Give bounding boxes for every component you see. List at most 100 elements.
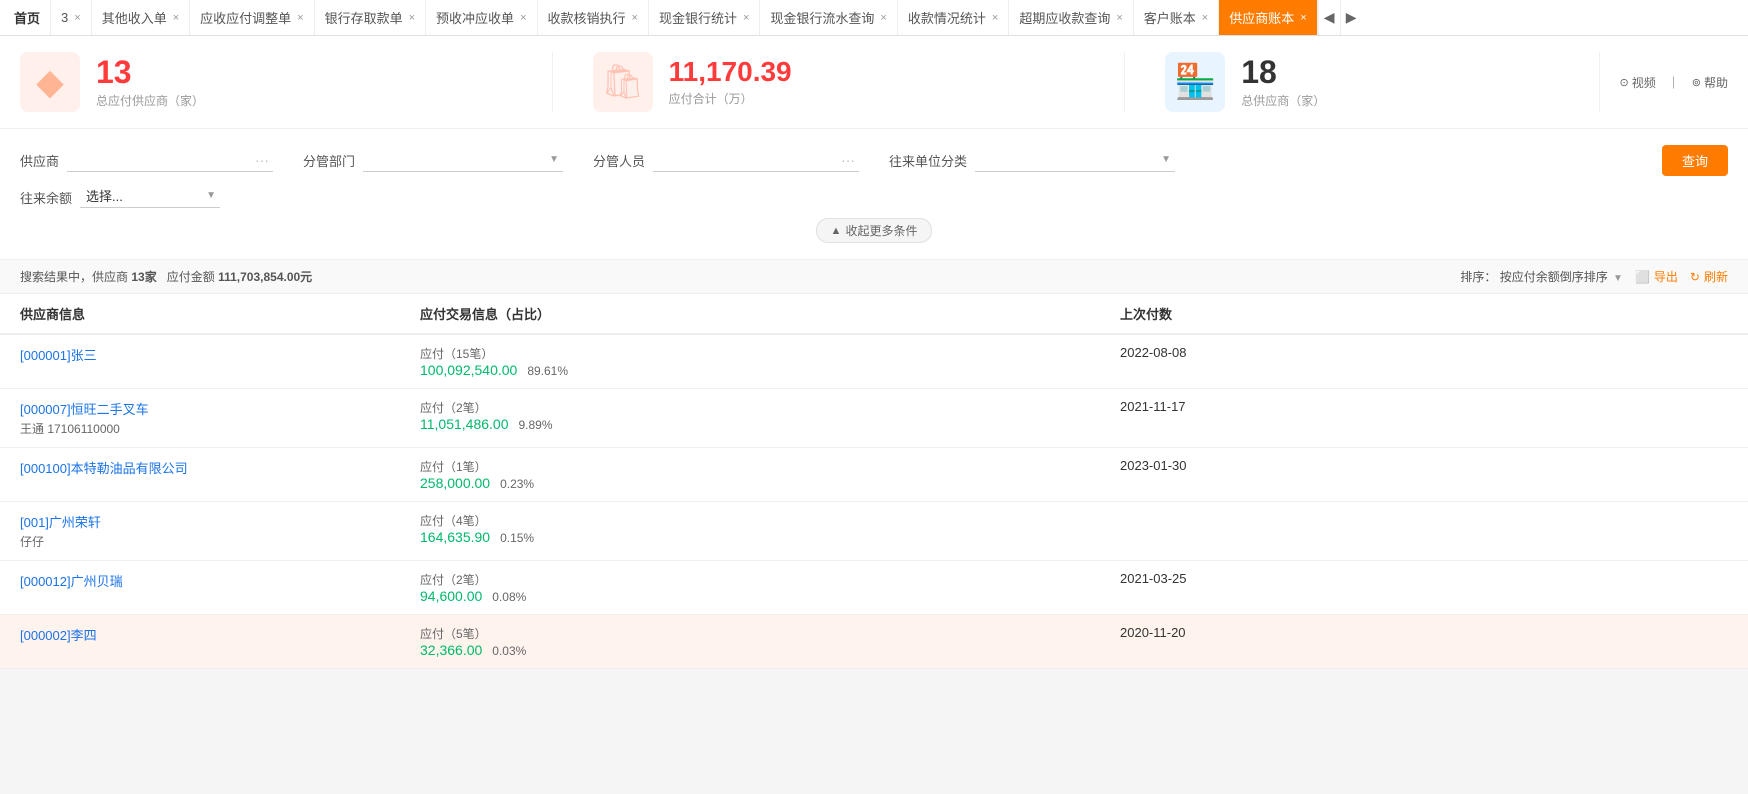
nav-tab-home[interactable]: 首页 xyxy=(4,0,51,36)
nav-tab-receipt-stat-close[interactable]: × xyxy=(992,12,998,24)
diamond-icon: ◆ xyxy=(36,61,64,103)
tx-amount-0[interactable]: 100,092,540.00 xyxy=(420,362,517,378)
tx-row-0: 100,092,540.00 89.61% xyxy=(420,362,1080,378)
nav-tab-receipt-stat[interactable]: 收款情况统计 × xyxy=(898,0,1009,36)
nav-tab-cash-stat-close[interactable]: × xyxy=(743,12,749,24)
nav-tab-customer-ledger-close[interactable]: × xyxy=(1202,12,1208,24)
nav-tab-receipt-verify-label: 收款核销执行 xyxy=(548,8,626,27)
supplier-link-4[interactable]: [000012]广州贝瑞 xyxy=(20,574,123,589)
top-navigation: 首页 3 × 其他收入单 × 应收应付调整单 × 银行存取款单 × 预收冲应收单… xyxy=(0,0,1748,36)
supplier-link-0[interactable]: [000001]张三 xyxy=(20,348,97,363)
nav-tab-cash-flow-close[interactable]: × xyxy=(880,12,886,24)
nav-tab-cash-stat[interactable]: 现金银行统计 × xyxy=(649,0,760,36)
supplier-link-2[interactable]: [000100]本特勒油品有限公司 xyxy=(20,461,188,476)
tx-cell-3: 应付（4笔） 164,635.90 0.15% xyxy=(400,502,1100,561)
refresh-button[interactable]: ↻ 刷新 xyxy=(1690,268,1728,285)
tx-amount-4[interactable]: 94,600.00 xyxy=(420,588,482,604)
supplier-table: 供应商信息 应付交易信息（占比） 上次付数 [000001]张三 应付（15笔）… xyxy=(0,294,1748,669)
nav-tab-other-income-close[interactable]: × xyxy=(173,12,179,24)
supplier-link-3[interactable]: [001]广州荣轩 xyxy=(20,515,101,530)
nav-tab-overdue-ar[interactable]: 超期应收款查询 × xyxy=(1009,0,1133,36)
nav-tab-prepay-ar[interactable]: 预收冲应收单 × xyxy=(426,0,537,36)
table-row: [000100]本特勒油品有限公司 应付（1笔） 258,000.00 0.23… xyxy=(0,448,1748,502)
supplier-cell-4: [000012]广州贝瑞 xyxy=(0,561,400,615)
category-filter-label: 往来单位分类 xyxy=(889,151,967,170)
filter-balance: 往来余额 选择... xyxy=(20,186,220,208)
stat-number-total-suppliers: 18 xyxy=(1241,56,1325,88)
stat-block-total-suppliers: 🏪 18 总供应商（家） xyxy=(1125,52,1599,112)
nav-tab-3[interactable]: 3 × xyxy=(51,0,92,36)
export-button[interactable]: ⬜ 导出 xyxy=(1635,268,1678,285)
lastpay-date-2: 2023-01-30 xyxy=(1120,458,1187,473)
person-input[interactable] xyxy=(653,150,859,171)
sort-chevron-icon: ▼ xyxy=(1613,273,1623,284)
tx-label-0: 应付（15笔） xyxy=(420,345,1080,362)
result-amount-value: 111,703,854.00元 xyxy=(218,270,312,284)
tx-amount-2[interactable]: 258,000.00 xyxy=(420,475,490,491)
circle-question-icon: ⊚ xyxy=(1692,76,1701,89)
nav-next-arrow[interactable]: ▶ xyxy=(1340,0,1362,36)
nav-tab-overdue-ar-close[interactable]: × xyxy=(1116,12,1122,24)
nav-tab-prepay-ar-close[interactable]: × xyxy=(520,12,526,24)
person-filter-label: 分管人员 xyxy=(593,151,645,170)
nav-tab-prepay-ar-label: 预收冲应收单 xyxy=(436,8,514,27)
nav-tab-ar-ap-adjust-close[interactable]: × xyxy=(297,12,303,24)
stat-icon-3: 🏪 xyxy=(1165,52,1225,112)
supplier-link-5[interactable]: [000002]李四 xyxy=(20,628,97,643)
refresh-label: 刷新 xyxy=(1704,268,1728,285)
stat-icon-1: ◆ xyxy=(20,52,80,112)
supplier-link-1[interactable]: [000007]恒旺二手叉车 xyxy=(20,402,149,417)
lastpay-cell-2: 2023-01-30 xyxy=(1100,448,1748,502)
tx-amount-5[interactable]: 32,366.00 xyxy=(420,642,482,658)
nav-tab-bank-deposit-close[interactable]: × xyxy=(409,12,415,24)
person-dots-icon[interactable]: ··· xyxy=(841,152,855,168)
result-supplier-count: 13家 xyxy=(131,270,156,284)
supplier-dots-icon[interactable]: ··· xyxy=(255,152,269,168)
query-button[interactable]: 查询 xyxy=(1662,145,1728,176)
result-info: 搜索结果中，供应商 13家 应付金额 111,703,854.00元 xyxy=(20,268,312,285)
balance-select[interactable]: 选择... xyxy=(80,186,220,208)
nav-tab-receipt-verify[interactable]: 收款核销执行 × xyxy=(538,0,649,36)
help-link[interactable]: ⊚ 帮助 xyxy=(1692,74,1728,91)
col-header-supplier-label: 供应商信息 xyxy=(20,307,85,322)
nav-tab-overdue-ar-label: 超期应收款查询 xyxy=(1019,8,1110,27)
video-link[interactable]: ⊙ 视频 xyxy=(1620,74,1656,91)
supplier-cell-3: [001]广州荣轩 仔仔 xyxy=(0,502,400,561)
stat-icon-2: 🛍 xyxy=(593,52,653,112)
stat-number-payable-suppliers: 13 xyxy=(96,56,204,88)
nav-tab-customer-ledger[interactable]: 客户账本 × xyxy=(1134,0,1219,36)
collapse-button[interactable]: ▲ 收起更多条件 xyxy=(816,218,933,243)
balance-select-wrap: 选择... xyxy=(80,186,220,208)
nav-tab-ar-ap-adjust[interactable]: 应收应付调整单 × xyxy=(190,0,314,36)
nav-tab-bank-deposit[interactable]: 银行存取款单 × xyxy=(315,0,426,36)
tx-amount-1[interactable]: 11,051,486.00 xyxy=(420,416,509,432)
nav-tab-3-close[interactable]: × xyxy=(74,12,80,24)
nav-tab-ar-ap-adjust-label: 应收应付调整单 xyxy=(200,8,291,27)
nav-tab-cash-flow[interactable]: 现金银行流水查询 × xyxy=(760,0,897,36)
category-select-wrap xyxy=(975,150,1175,172)
dept-filter-label: 分管部门 xyxy=(303,151,355,170)
table-header-row: 供应商信息 应付交易信息（占比） 上次付数 xyxy=(0,294,1748,334)
category-select[interactable] xyxy=(975,150,1175,172)
store-icon: 🏪 xyxy=(1174,62,1216,102)
tx-cell-0: 应付（15笔） 100,092,540.00 89.61% xyxy=(400,334,1100,389)
nav-tab-receipt-verify-close[interactable]: × xyxy=(632,12,638,24)
dept-select-wrap xyxy=(363,150,563,172)
nav-prev-arrow[interactable]: ◀ xyxy=(1318,0,1340,36)
tx-cell-2: 应付（1笔） 258,000.00 0.23% xyxy=(400,448,1100,502)
stat-label-payable-suppliers: 总应付供应商（家） xyxy=(96,92,204,109)
col-header-lastpay-label: 上次付数 xyxy=(1120,307,1172,322)
tx-amount-3[interactable]: 164,635.90 xyxy=(420,529,490,545)
dept-select[interactable] xyxy=(363,150,563,172)
tx-percent-0: 89.61% xyxy=(527,364,568,378)
tx-label-3: 应付（4笔） xyxy=(420,512,1080,529)
tx-cell-5: 应付（5笔） 32,366.00 0.03% xyxy=(400,615,1100,669)
nav-tab-supplier-ledger-close[interactable]: × xyxy=(1300,12,1306,24)
tx-percent-5: 0.03% xyxy=(492,644,526,658)
supplier-input[interactable] xyxy=(67,150,273,171)
sort-value[interactable]: 按应付余额倒序排序 xyxy=(1500,270,1608,284)
nav-tab-supplier-ledger[interactable]: 供应商账本 × xyxy=(1219,0,1317,36)
table-row: [000012]广州贝瑞 应付（2笔） 94,600.00 0.08% 2021… xyxy=(0,561,1748,615)
main-content: ◆ 13 总应付供应商（家） 🛍 11,170.39 应付合计（万） 🏪 18 xyxy=(0,36,1748,669)
nav-tab-other-income[interactable]: 其他收入单 × xyxy=(92,0,190,36)
